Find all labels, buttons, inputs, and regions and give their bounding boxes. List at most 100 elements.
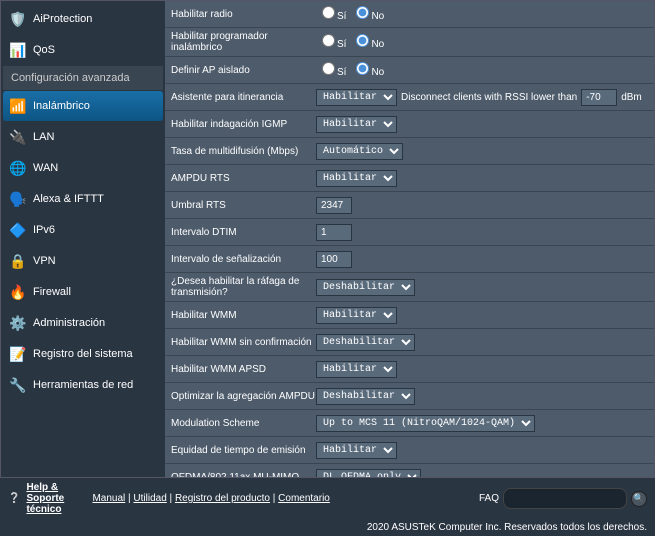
help-link[interactable]: Help & Soporte técnico [26,482,86,515]
shield-icon: 🛡️ [9,10,27,28]
form-label: Tasa de multidifusión (Mbps) [171,146,316,157]
ipv6-icon: 🔷 [9,221,27,239]
sidebar-item-wan[interactable]: 🌐 WAN [3,153,163,183]
form-label: Habilitar programador inalámbrico [171,31,316,53]
form-control [316,251,648,268]
select-input[interactable]: Up to MCS 11 (NitroQAM/1024-QAM) [316,415,535,432]
radio-yes[interactable] [322,62,335,75]
sidebar-item-alexa[interactable]: 🗣️ Alexa & IFTTT [3,184,163,214]
form-control: Deshabilitar [316,334,648,351]
form-label: Habilitar radio [171,9,316,20]
form-row: Habilitar programador inalámbricoSíNo [165,28,654,57]
radio-no[interactable] [356,34,369,47]
form-row: Intervalo de señalización [165,246,654,273]
form-control [316,224,648,241]
unit-label: dBm [621,92,642,103]
lan-icon: 🔌 [9,128,27,146]
manual-link[interactable]: Manual [92,493,125,504]
sidebar-item-lan[interactable]: 🔌 LAN [3,122,163,152]
radio-yes-label: Sí [337,67,346,78]
log-icon: 📝 [9,345,27,363]
search-button[interactable]: 🔍 [631,491,647,507]
form-row: Habilitar WMM sin confirmaciónDeshabilit… [165,329,654,356]
form-label: ¿Desea habilitar la ráfaga de transmisió… [171,276,316,298]
form-label: Habilitar WMM sin confirmación [171,337,316,348]
form-control: Sí No [316,6,648,22]
extra-label: Disconnect clients with RSSI lower than [401,92,577,103]
vpn-icon: 🔒 [9,252,27,270]
form-label: AMPDU RTS [171,173,316,184]
form-row: Asistente para itineranciaHabilitarDisco… [165,84,654,111]
form-label: Habilitar indagación IGMP [171,119,316,130]
radio-no[interactable] [356,6,369,19]
form-control: Deshabilitar [316,388,648,405]
form-row: Equidad de tiempo de emisiónHabilitar [165,437,654,464]
select-input[interactable]: Automático [316,143,403,160]
form-row: Optimizar la agregación AMPDUDeshabilita… [165,383,654,410]
select-input[interactable]: Habilitar [316,361,397,378]
form-label: Intervalo DTIM [171,227,316,238]
form-row: ¿Desea habilitar la ráfaga de transmisió… [165,273,654,302]
form-control: Up to MCS 11 (NitroQAM/1024-QAM) [316,415,648,432]
select-input[interactable]: Deshabilitar [316,334,415,351]
sidebar-item-nettools[interactable]: 🔧 Herramientas de red [3,370,163,400]
globe-icon: 🌐 [9,159,27,177]
gear-icon: ⚙️ [9,314,27,332]
radio-no-label: No [371,39,384,50]
form-row: AMPDU RTSHabilitar [165,165,654,192]
form-control: Habilitar [316,307,648,324]
select-input[interactable]: Deshabilitar [316,279,415,296]
radio-no[interactable] [356,62,369,75]
sidebar-item-admin[interactable]: ⚙️ Administración [3,308,163,338]
help-icon: ❔ [8,493,20,504]
feedback-link[interactable]: Comentario [278,493,330,504]
form-label: Habilitar WMM APSD [171,364,316,375]
form-control: SíNo [316,62,648,78]
sidebar-item-aiprotection[interactable]: 🛡️ AiProtection [3,4,163,34]
radio-yes-label: Sí [337,11,346,22]
form-control: Habilitar [316,361,648,378]
faq-input[interactable] [503,488,627,509]
utility-link[interactable]: Utilidad [133,493,166,504]
select-input[interactable]: Habilitar [316,170,397,187]
sidebar: 🛡️ AiProtection 📊 QoS Configuración avan… [1,1,165,477]
sidebar-item-ipv6[interactable]: 🔷 IPv6 [3,215,163,245]
form-label: Habilitar WMM [171,310,316,321]
form-control: DL OFDMA only [316,469,648,478]
select-input[interactable]: Habilitar [316,442,397,459]
rssi-input[interactable] [581,89,617,106]
sidebar-item-qos[interactable]: 📊 QoS [3,35,163,65]
form-control: Deshabilitar [316,279,648,296]
text-input[interactable] [316,224,352,241]
sidebar-item-vpn[interactable]: 🔒 VPN [3,246,163,276]
radio-no-label: No [371,11,384,22]
select-input[interactable]: DL OFDMA only [316,469,421,478]
radio-yes[interactable] [322,34,335,47]
form-control: SíNo [316,34,648,50]
product-reg-link[interactable]: Registro del producto [175,493,270,504]
text-input[interactable] [316,251,352,268]
select-input[interactable]: Habilitar [316,307,397,324]
select-input[interactable]: Habilitar [316,116,397,133]
tools-icon: 🔧 [9,376,27,394]
footer: ❔ Help & Soporte técnico Manual | Utilid… [0,478,655,519]
sidebar-item-firewall[interactable]: 🔥 Firewall [3,277,163,307]
select-input[interactable]: Habilitar [316,89,397,106]
main-panel: Habilitar radioSíNoHabilitar programador… [165,1,654,477]
radio-yes[interactable] [322,6,335,19]
form-control [316,197,648,214]
form-row: Habilitar WMMHabilitar [165,302,654,329]
sidebar-item-syslog[interactable]: 📝 Registro del sistema [3,339,163,369]
wifi-icon: 📶 [9,97,27,115]
form-label: Umbral RTS [171,200,316,211]
text-input[interactable] [316,197,352,214]
copyright: 2020 ASUSTeK Computer Inc. Reservados to… [0,519,655,536]
form-row: Definir AP aisladoSíNo [165,57,654,84]
form-label: Equidad de tiempo de emisión [171,445,316,456]
sidebar-item-wireless[interactable]: 📶 Inalámbrico [3,91,163,121]
firewall-icon: 🔥 [9,283,27,301]
form-row: Habilitar indagación IGMPHabilitar [165,111,654,138]
speedometer-icon: 📊 [9,41,27,59]
section-title: Configuración avanzada [3,66,163,90]
select-input[interactable]: Deshabilitar [316,388,415,405]
